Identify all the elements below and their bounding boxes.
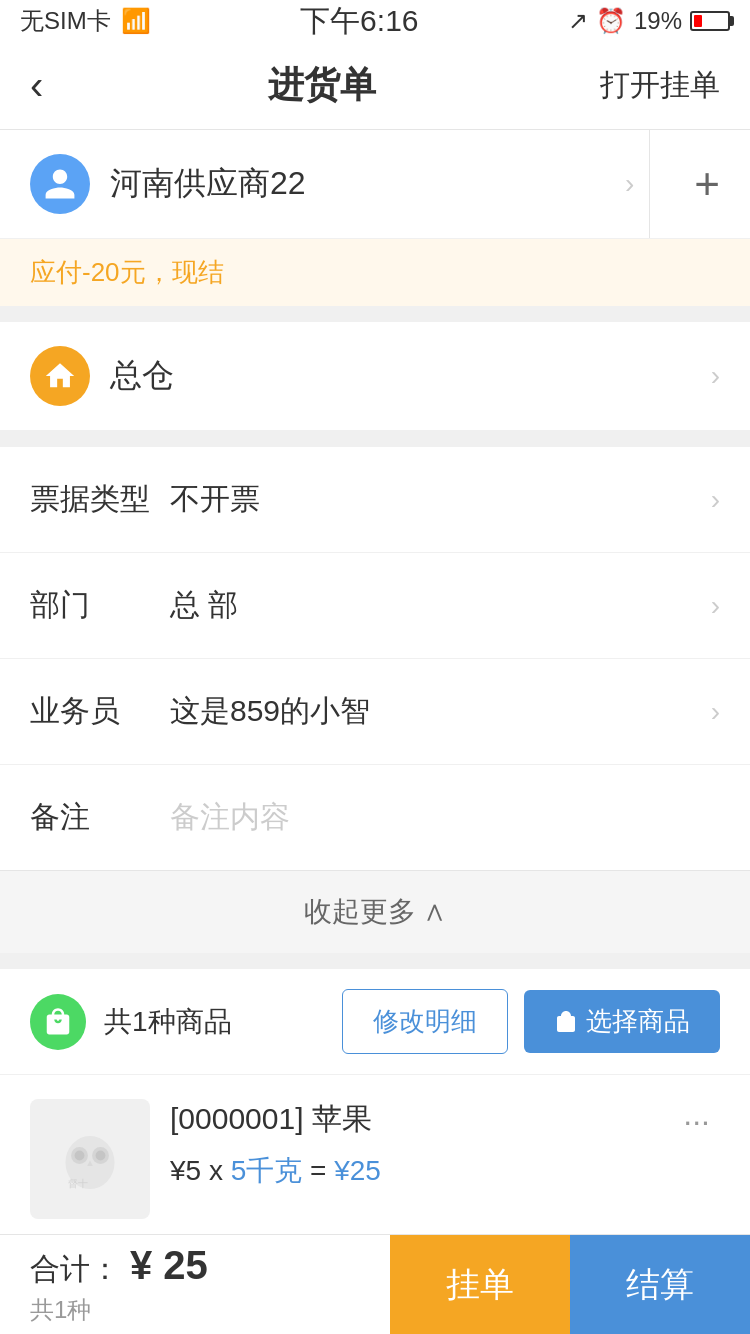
warehouse-icon (30, 346, 90, 406)
svg-text:督十: 督十 (68, 1178, 88, 1189)
person-icon (42, 166, 78, 202)
nav-bar: ‹ 进货单 打开挂单 (0, 42, 750, 130)
wifi-icon: 📶 (121, 7, 151, 35)
products-icon (30, 994, 86, 1050)
invoice-chevron-icon: › (711, 484, 720, 516)
invoice-value: 不开票 (170, 479, 711, 520)
form-row-remark[interactable]: 备注 备注内容 (0, 764, 750, 870)
invoice-label: 票据类型 (30, 479, 170, 520)
form-row-invoice[interactable]: 票据类型 不开票 › (0, 446, 750, 552)
location-icon: ↗ (568, 7, 588, 35)
products-section: 共1种商品 修改明细 选择商品 督十 [0000001] 苹果 (0, 969, 750, 1243)
battery-icon (690, 11, 730, 31)
select-product-label: 选择商品 (586, 1004, 690, 1039)
open-pending-button[interactable]: 打开挂单 (600, 65, 720, 106)
form-row-salesperson[interactable]: 业务员 这是859的小智 › (0, 658, 750, 764)
supplier-name: 河南供应商22 (110, 162, 625, 206)
salesperson-label: 业务员 (30, 691, 170, 732)
supplier-row[interactable]: 河南供应商22 › + (0, 130, 750, 239)
status-right: ↗ ⏰ 19% (568, 7, 730, 35)
salesperson-chevron-icon: › (711, 696, 720, 728)
products-count: 共1种商品 (104, 1003, 342, 1041)
product-thumbnail: 督十 (30, 1099, 150, 1219)
salesperson-value: 这是859的小智 (170, 691, 711, 732)
product-total: ¥25 (334, 1155, 381, 1186)
supplier-section: 河南供应商22 › + 应付-20元，现结 (0, 130, 750, 306)
page-title: 进货单 (268, 61, 376, 110)
form-row-department[interactable]: 部门 总 部 › (0, 552, 750, 658)
shopping-bag-icon (43, 1007, 73, 1037)
signal-label: 无SIM卡 (20, 5, 111, 37)
payment-hint: 应付-20元，现结 (0, 239, 750, 306)
warehouse-name: 总仓 (110, 354, 711, 398)
back-button[interactable]: ‹ (30, 63, 43, 108)
product-more-button[interactable]: ··· (673, 1099, 720, 1144)
home-icon (43, 359, 77, 393)
collapse-button[interactable]: 收起更多 ∧ (0, 870, 750, 953)
remark-value[interactable]: 备注内容 (170, 797, 720, 838)
total-label: 合计： (30, 1249, 120, 1290)
status-time: 下午6:16 (300, 1, 418, 42)
product-title: 苹果 (312, 1102, 372, 1135)
unit-price: ¥5 (170, 1155, 201, 1186)
supplier-avatar (30, 154, 90, 214)
total-area: 合计： ¥ 25 共1种 (0, 1235, 390, 1334)
svg-point-3 (75, 1151, 85, 1161)
alarm-icon: ⏰ (596, 7, 626, 35)
products-header: 共1种商品 修改明细 选择商品 (0, 969, 750, 1075)
equals-sign: = (310, 1155, 334, 1186)
multiply-sign: x (209, 1155, 231, 1186)
hold-order-button[interactable]: 挂单 (390, 1235, 570, 1334)
department-chevron-icon: › (711, 590, 720, 622)
select-product-icon (554, 1010, 578, 1034)
form-section: 票据类型 不开票 › 部门 总 部 › 业务员 这是859的小智 › 备注 备注… (0, 446, 750, 953)
status-left: 无SIM卡 📶 (20, 5, 151, 37)
product-code: [0000001] (170, 1102, 303, 1135)
bottom-bar: 合计： ¥ 25 共1种 挂单 结算 (0, 1234, 750, 1334)
total-amount: ¥ 25 (130, 1243, 208, 1288)
svg-point-4 (96, 1151, 106, 1161)
product-info: [0000001] 苹果 ¥5 x 5千克 = ¥25 (170, 1099, 673, 1190)
product-owl-icon: 督十 (55, 1124, 125, 1194)
warehouse-row[interactable]: 总仓 › (0, 322, 750, 430)
product-item: 督十 [0000001] 苹果 ¥5 x 5千克 = ¥25 ··· (0, 1075, 750, 1243)
edit-detail-button[interactable]: 修改明细 (342, 989, 508, 1054)
warehouse-section: 总仓 › (0, 322, 750, 430)
select-product-button[interactable]: 选择商品 (524, 990, 720, 1053)
remark-label: 备注 (30, 797, 170, 838)
battery-percent: 19% (634, 7, 682, 35)
warehouse-chevron-icon: › (711, 360, 720, 392)
supplier-chevron-icon: › (625, 168, 634, 200)
department-value: 总 部 (170, 585, 711, 626)
checkout-button[interactable]: 结算 (570, 1235, 750, 1334)
add-supplier-button[interactable]: + (664, 159, 720, 209)
product-price: ¥5 x 5千克 = ¥25 (170, 1152, 673, 1190)
department-label: 部门 (30, 585, 170, 626)
product-qty: 5千克 (231, 1155, 303, 1186)
total-main: 合计： ¥ 25 (30, 1243, 360, 1290)
status-bar: 无SIM卡 📶 下午6:16 ↗ ⏰ 19% (0, 0, 750, 42)
product-name: [0000001] 苹果 (170, 1099, 673, 1140)
total-sub: 共1种 (30, 1294, 360, 1326)
supplier-divider (649, 130, 650, 238)
